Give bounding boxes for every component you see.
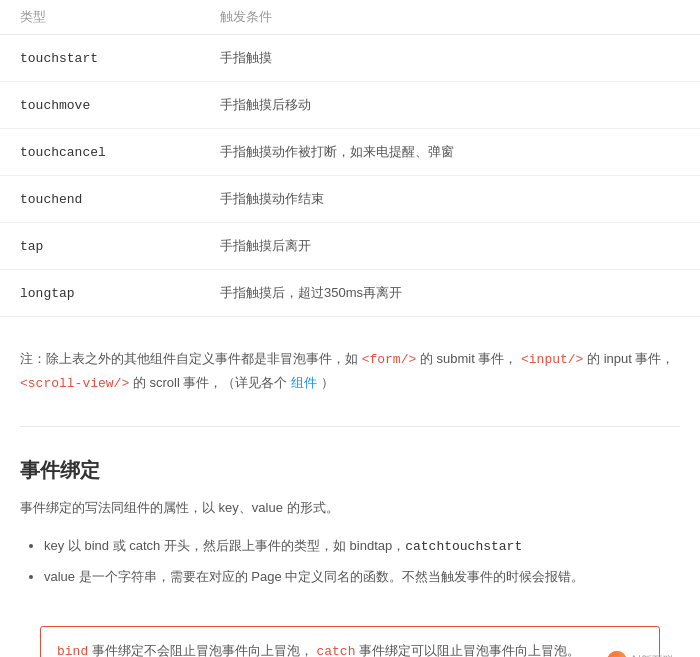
table-cell-condition: 手指触摸后，超过350ms再离开	[200, 270, 700, 317]
list-item-2: value 是一个字符串，需要在对应的 Page 中定义同名的函数。不然当触发事…	[44, 564, 680, 590]
watermark-text: 创新互联	[630, 653, 674, 657]
page-container: 类型 触发条件 touchstart手指触摸touchmove手指触摸后移动to…	[0, 0, 700, 657]
table-row: touchcancel手指触摸动作被打断，如来电提醒、弹窗	[0, 129, 700, 176]
table-cell-type: longtap	[0, 270, 200, 317]
note-link[interactable]: 组件	[291, 375, 317, 390]
note-input-code: <input/>	[521, 352, 583, 367]
note-suffix: ）	[321, 375, 334, 390]
highlight-box-wrapper: bind 事件绑定不会阻止冒泡事件向上冒泡， catch 事件绑定可以阻止冒泡事…	[20, 626, 680, 657]
note-scroll-code: <scroll-view/>	[20, 376, 129, 391]
binding-list: key 以 bind 或 catch 开头，然后跟上事件的类型，如 bindta…	[20, 533, 680, 590]
table-cell-type: touchstart	[0, 35, 200, 82]
watermark: 创 创新互联	[607, 651, 674, 657]
list-item-1-prefix: key 以 bind 或 catch 开头，然后跟上事件的类型，如 bindta…	[44, 538, 405, 553]
list-item-1: key 以 bind 或 catch 开头，然后跟上事件的类型，如 bindta…	[44, 533, 680, 560]
table-cell-type: touchmove	[0, 82, 200, 129]
list-item-2-text: value 是一个字符串，需要在对应的 Page 中定义同名的函数。不然当触发事…	[44, 569, 584, 584]
binding-desc: 事件绑定的写法同组件的属性，以 key、value 的形式。	[20, 496, 680, 519]
binding-title: 事件绑定	[20, 457, 680, 484]
highlight-box: bind 事件绑定不会阻止冒泡事件向上冒泡， catch 事件绑定可以阻止冒泡事…	[40, 626, 660, 657]
note-section: 注：除上表之外的其他组件自定义事件都是非冒泡事件，如 <form/> 的 sub…	[0, 337, 700, 416]
table-row: longtap手指触摸后，超过350ms再离开	[0, 270, 700, 317]
col-header-type: 类型	[0, 0, 200, 35]
highlight-mid1: 事件绑定不会阻止冒泡事件向上冒泡，	[92, 643, 313, 657]
note-input-mid: 的 input 事件，	[587, 351, 674, 366]
table-row: tap手指触摸后离开	[0, 223, 700, 270]
binding-section: 事件绑定 事件绑定的写法同组件的属性，以 key、value 的形式。 key …	[0, 437, 700, 616]
highlight-mid2: 事件绑定可以阻止冒泡事件向上冒泡。	[359, 643, 580, 657]
table-cell-condition: 手指触摸动作结束	[200, 176, 700, 223]
table-cell-condition: 手指触摸	[200, 35, 700, 82]
table-cell-type: touchend	[0, 176, 200, 223]
table-cell-condition: 手指触摸后离开	[200, 223, 700, 270]
note-form-code: <form/>	[362, 352, 417, 367]
watermark-icon: 创	[607, 651, 627, 657]
table-cell-type: tap	[0, 223, 200, 270]
note-form-mid: 的 submit 事件，	[420, 351, 518, 366]
highlight-catch-code: catch	[316, 644, 355, 657]
highlight-bind-code: bind	[57, 644, 88, 657]
list-item-1-code: catchtouchstart	[405, 539, 522, 554]
table-cell-condition: 手指触摸后移动	[200, 82, 700, 129]
col-header-condition: 触发条件	[200, 0, 700, 35]
note-scroll-mid: 的 scroll 事件，（详见各个	[133, 375, 288, 390]
table-row: touchmove手指触摸后移动	[0, 82, 700, 129]
note-prefix: 注：除上表之外的其他组件自定义事件都是非冒泡事件，如	[20, 351, 358, 366]
table-cell-condition: 手指触摸动作被打断，如来电提醒、弹窗	[200, 129, 700, 176]
section-divider	[20, 426, 680, 427]
table-row: touchend手指触摸动作结束	[0, 176, 700, 223]
table-row: touchstart手指触摸	[0, 35, 700, 82]
table-cell-type: touchcancel	[0, 129, 200, 176]
event-table: 类型 触发条件 touchstart手指触摸touchmove手指触摸后移动to…	[0, 0, 700, 317]
